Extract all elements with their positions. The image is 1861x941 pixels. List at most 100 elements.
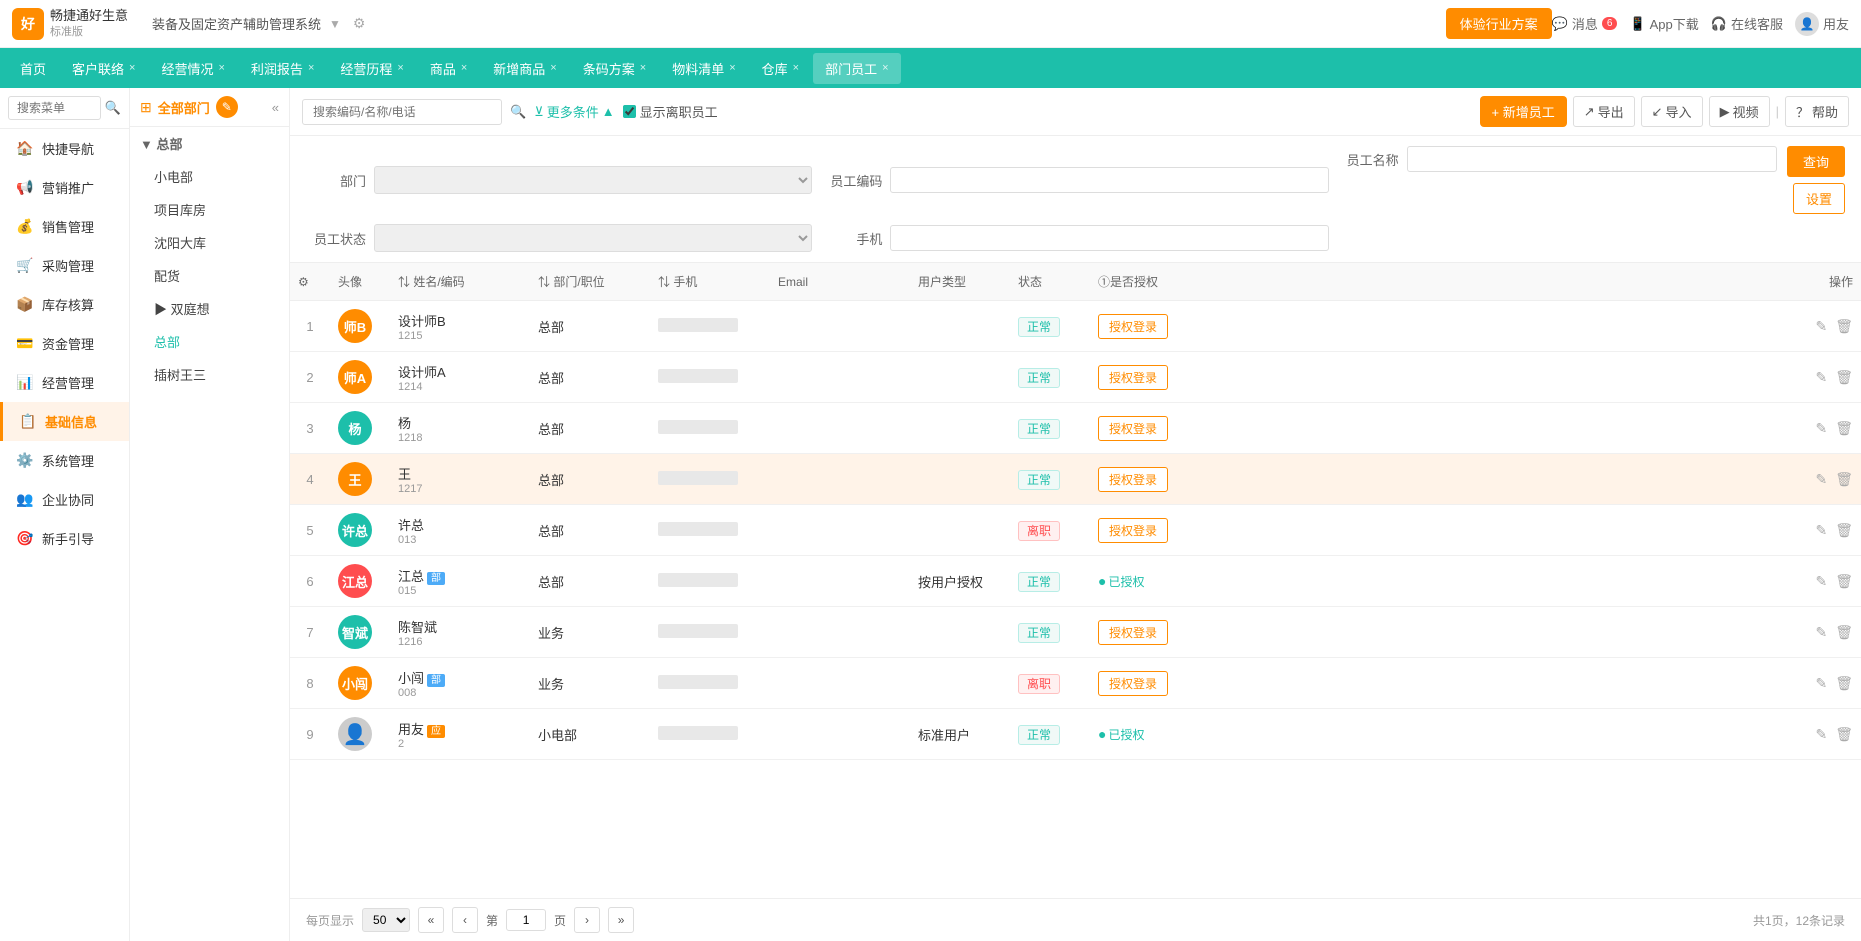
nav-item-profit[interactable]: 利润报告 × [239, 53, 326, 84]
col-name-code[interactable]: ⇅ 姓名/编码 [390, 263, 530, 301]
phone-input[interactable] [890, 225, 1328, 251]
nav-close-icon[interactable]: × [397, 62, 403, 74]
auth-btn[interactable]: 授权登录 [1098, 314, 1168, 339]
tree-item-xiaodibu[interactable]: 小电部 [130, 160, 289, 193]
col-dept[interactable]: ⇅ 部门/职位 [530, 263, 650, 301]
show-resigned-checkbox[interactable] [623, 105, 636, 118]
auth-btn[interactable]: 授权登录 [1098, 620, 1168, 645]
tree-edit-btn[interactable]: ✎ [216, 96, 238, 118]
import-btn[interactable]: ↙ 导入 [1641, 96, 1703, 127]
edit-icon[interactable]: ✎ [1815, 726, 1827, 743]
delete-icon[interactable]: 🗑 [1835, 318, 1853, 335]
tree-collapse-btn[interactable]: « [272, 100, 279, 115]
set-btn[interactable]: 设置 [1793, 183, 1845, 214]
delete-icon[interactable]: 🗑 [1835, 522, 1853, 539]
delete-icon[interactable]: 🗑 [1835, 420, 1853, 437]
delete-icon[interactable]: 🗑 [1835, 369, 1853, 386]
nav-item-home[interactable]: 首页 [8, 53, 58, 84]
edit-icon[interactable]: ✎ [1815, 624, 1827, 641]
nav-item-bom[interactable]: 物料清单 × [660, 53, 747, 84]
delete-icon[interactable]: 🗑 [1835, 573, 1853, 590]
nav-item-employees[interactable]: 部门员工 × [813, 53, 900, 84]
prev-page-btn[interactable]: ‹ [452, 907, 478, 933]
last-page-btn[interactable]: » [608, 907, 634, 933]
export-btn[interactable]: ↗ 导出 [1573, 96, 1635, 127]
delete-icon[interactable]: 🗑 [1835, 624, 1853, 641]
edit-icon[interactable]: ✎ [1815, 318, 1827, 335]
edit-icon[interactable]: ✎ [1815, 573, 1827, 590]
nav-close-icon[interactable]: × [308, 62, 314, 74]
page-size-select[interactable]: 50 [362, 908, 410, 932]
message-btn[interactable]: 💬 消息 6 [1552, 14, 1618, 33]
edit-icon[interactable]: ✎ [1815, 420, 1827, 437]
add-employee-btn[interactable]: + 新增员工 [1480, 96, 1567, 127]
auth-btn[interactable]: 授权登录 [1098, 416, 1168, 441]
tree-item-zongbu[interactable]: 总部 [130, 325, 289, 358]
delete-icon[interactable]: 🗑 [1835, 675, 1853, 692]
nav-item-operations[interactable]: 经营情况 × [149, 53, 236, 84]
nav-close-icon[interactable]: × [729, 62, 735, 74]
sidebar-search-input[interactable] [8, 96, 101, 120]
search-btn[interactable]: 🔍 [510, 104, 526, 120]
edit-icon[interactable]: ✎ [1815, 675, 1827, 692]
emp-status-select[interactable] [374, 224, 812, 252]
sidebar-item-guide[interactable]: 🎯 新手引导 [0, 519, 129, 558]
delete-icon[interactable]: 🗑 [1835, 726, 1853, 743]
col-phone[interactable]: ⇅ 手机 [650, 263, 770, 301]
nav-close-icon-active[interactable]: × [882, 62, 888, 74]
delete-icon[interactable]: 🗑 [1835, 471, 1853, 488]
sidebar-item-business[interactable]: 📊 经营管理 [0, 363, 129, 402]
next-page-btn[interactable]: › [574, 907, 600, 933]
more-conditions-btn[interactable]: ⊻ 更多条件 ▲ [534, 102, 614, 121]
auth-btn[interactable]: 授权登录 [1098, 365, 1168, 390]
edit-icon[interactable]: ✎ [1815, 369, 1827, 386]
dept-select[interactable] [374, 166, 812, 194]
tree-item-parent[interactable]: ▼ 总部 [130, 127, 289, 160]
nav-item-goods[interactable]: 商品 × [418, 53, 479, 84]
query-btn[interactable]: 查询 [1787, 146, 1845, 177]
auth-btn[interactable]: 授权登录 [1098, 671, 1168, 696]
show-resigned-toggle[interactable]: 显示离职员工 [623, 102, 718, 121]
tree-item-chashuwang[interactable]: 插树王三 [130, 358, 289, 391]
sidebar-item-collab[interactable]: 👥 企业协同 [0, 480, 129, 519]
nav-item-barcode[interactable]: 条码方案 × [571, 53, 658, 84]
user-btn[interactable]: 👤 用友 [1795, 12, 1849, 36]
try-btn[interactable]: 体验行业方案 [1446, 8, 1552, 39]
help-btn[interactable]: ？ 帮助 [1785, 96, 1849, 127]
sidebar-item-sales[interactable]: 💰 销售管理 [0, 207, 129, 246]
title-dropdown-icon[interactable]: ▼ [329, 17, 341, 31]
view-btn[interactable]: ▶ 视频 [1709, 96, 1770, 127]
nav-close-icon[interactable]: × [129, 62, 135, 74]
sidebar-item-inventory[interactable]: 📦 库存核算 [0, 285, 129, 324]
emp-name-input[interactable] [1407, 146, 1777, 172]
tree-item-xiangmukufang[interactable]: 项目库房 [130, 193, 289, 226]
page-input[interactable] [506, 909, 546, 931]
edit-icon[interactable]: ✎ [1815, 471, 1827, 488]
sidebar-item-basic[interactable]: 📋 基础信息 [0, 402, 129, 441]
nav-item-customers[interactable]: 客户联络 × [60, 53, 147, 84]
nav-close-icon[interactable]: × [461, 62, 467, 74]
nav-close-icon[interactable]: × [793, 62, 799, 74]
nav-close-icon[interactable]: × [218, 62, 224, 74]
tree-item-shenyang[interactable]: 沈阳大库 [130, 226, 289, 259]
sidebar-item-finance[interactable]: 💳 资金管理 [0, 324, 129, 363]
col-settings[interactable]: ⚙ [290, 263, 330, 301]
auth-btn[interactable]: 授权登录 [1098, 518, 1168, 543]
tree-item-peihuo[interactable]: 配货 [130, 259, 289, 292]
emp-code-input[interactable] [890, 167, 1328, 193]
edit-icon[interactable]: ✎ [1815, 522, 1827, 539]
tree-item-shuangtingxiang[interactable]: ▶ 双庭想 [130, 292, 289, 325]
nav-item-warehouse[interactable]: 仓库 × [750, 53, 811, 84]
nav-close-icon[interactable]: × [550, 62, 556, 74]
sidebar-item-quick-nav[interactable]: 🏠 快捷导航 [0, 129, 129, 168]
first-page-btn[interactable]: « [418, 907, 444, 933]
auth-btn[interactable]: 授权登录 [1098, 467, 1168, 492]
online-service-btn[interactable]: 🎧 在线客服 [1711, 14, 1783, 33]
search-input[interactable] [302, 99, 502, 125]
sidebar-item-purchase[interactable]: 🛒 采购管理 [0, 246, 129, 285]
nav-item-add-goods[interactable]: 新增商品 × [481, 53, 568, 84]
nav-item-history[interactable]: 经营历程 × [328, 53, 415, 84]
sidebar-item-marketing[interactable]: 📢 营销推广 [0, 168, 129, 207]
sidebar-item-system[interactable]: ⚙️ 系统管理 [0, 441, 129, 480]
settings-icon[interactable]: ⚙ [353, 15, 366, 32]
